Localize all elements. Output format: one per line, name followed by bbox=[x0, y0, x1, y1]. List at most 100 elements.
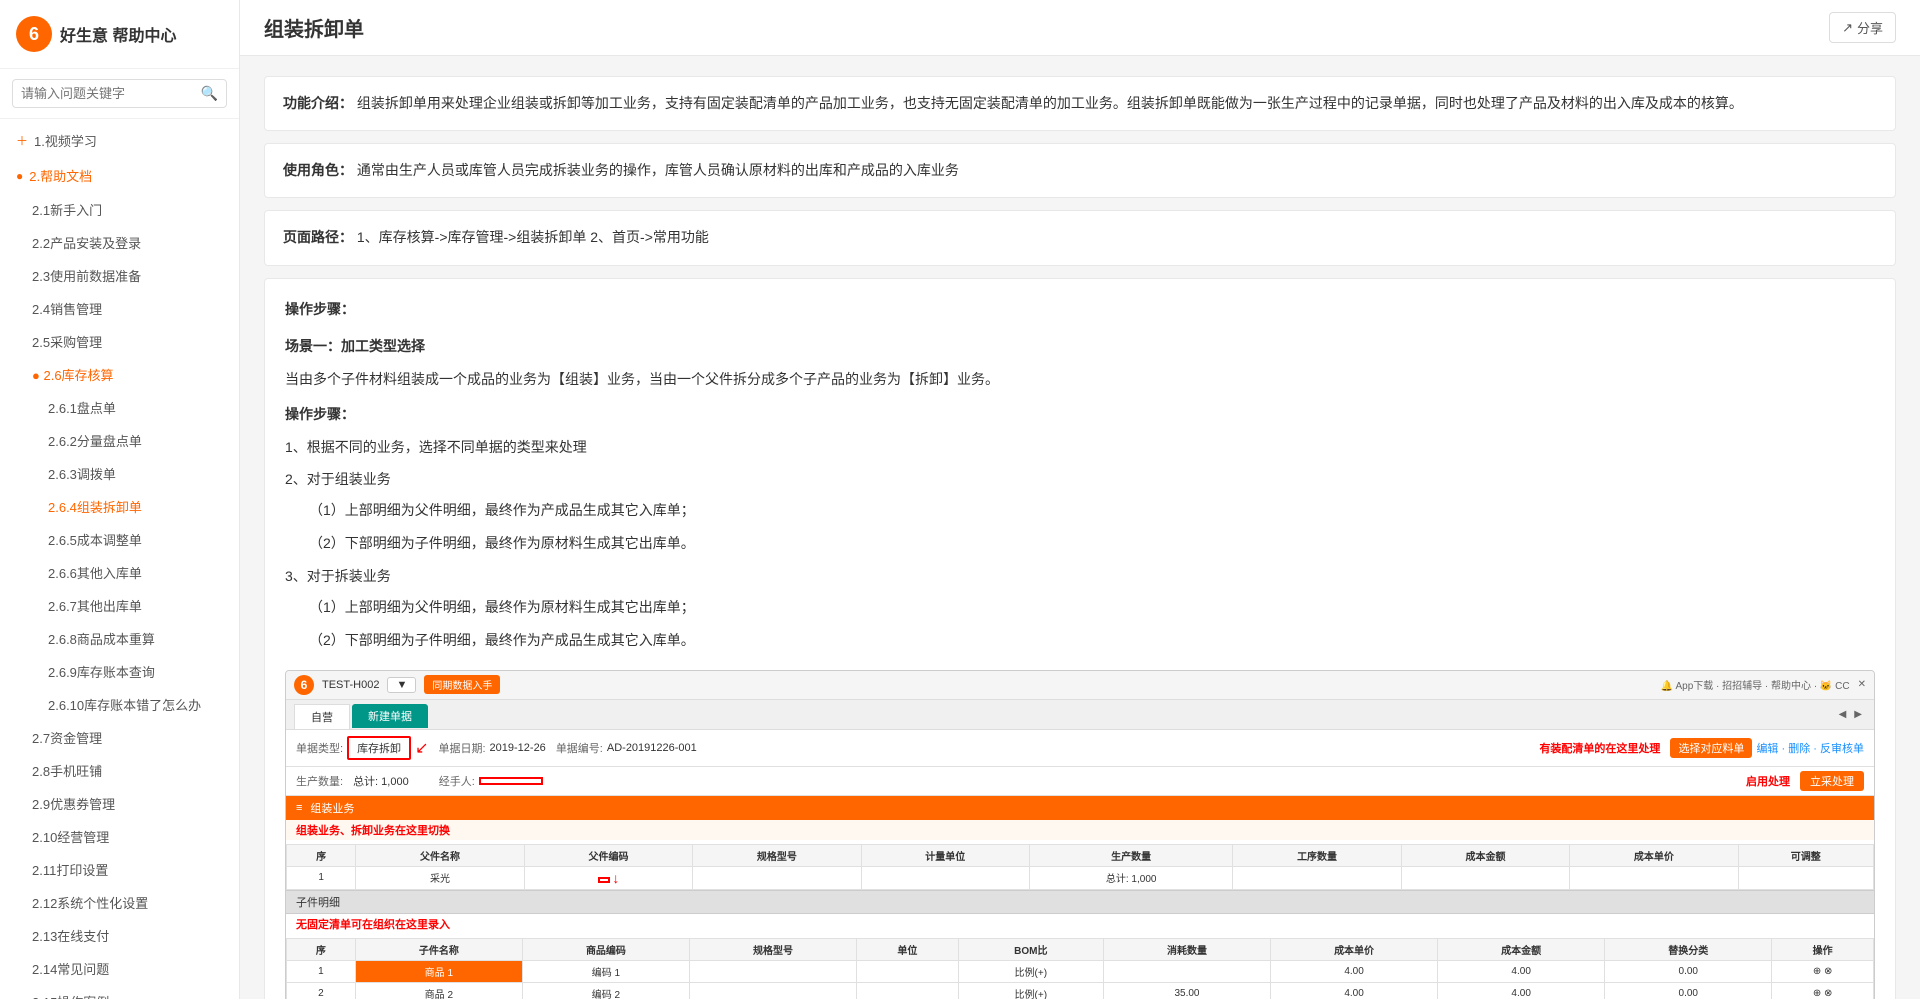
sidebar-item-2-6-10[interactable]: 2.6.10库存账本错了怎么办 bbox=[0, 688, 239, 721]
doc-type-label: 单据类型: bbox=[296, 740, 343, 756]
sidebar-item-2-6-1[interactable]: 2.6.1盘点单 bbox=[0, 391, 239, 424]
sidebar-item-2-11-label: 2.11打印设置 bbox=[32, 863, 108, 878]
person-value[interactable] bbox=[479, 777, 543, 785]
role-block: 使用角色： 通常由生产人员或库管人员完成拆装业务的操作，库管人员确认原材料的出库… bbox=[264, 143, 1896, 198]
sidebar-item-2-1[interactable]: 2.1新手入门 bbox=[0, 193, 239, 226]
main-area: 组装拆卸单 ↗ 分享 功能介绍： 组装拆卸单用来处理企业组装或拆卸等加工业务，支… bbox=[240, 0, 1920, 999]
sidebar-item-2-6-6[interactable]: 2.6.6其他入库单 bbox=[0, 556, 239, 589]
step3-sub1: （1）上部明细为父件明细，最终作为原材料生成其它出库单； bbox=[309, 595, 1875, 620]
sidebar-item-2-6-8[interactable]: 2.6.8商品成本重算 bbox=[0, 622, 239, 655]
sidebar-item-2-6[interactable]: ● 2.6库存核算 bbox=[0, 358, 239, 391]
path-text: 1、库存核算->库存管理->组装拆卸单 2、首页->常用功能 bbox=[357, 229, 709, 245]
intro-text: 组装拆卸单用来处理企业组装或拆卸等加工业务，支持有固定装配清单的产品加工业务，也… bbox=[357, 95, 1743, 111]
sidebar-item-2-9[interactable]: 2.9优惠券管理 bbox=[0, 787, 239, 820]
step1: 1、根据不同的业务，选择不同单据的类型来处理 bbox=[285, 435, 1875, 460]
col-cost-price: 成本单价 bbox=[1570, 844, 1738, 866]
sidebar-item-2-13[interactable]: 2.13在线支付 bbox=[0, 919, 239, 952]
app-logo: 6 bbox=[294, 675, 314, 695]
app-tab-2[interactable]: 新建单据 bbox=[352, 704, 428, 728]
app-tab-1[interactable]: 自营 bbox=[294, 704, 350, 729]
table-row: 1 采光 ↓ 总计: 1,000 bbox=[287, 866, 1874, 889]
upper-table-container: 序 父件名称 父件编码 规格型号 计量单位 生产数量 工序数量 成本金额 成本单… bbox=[286, 840, 1874, 890]
sidebar-item-2-6-5[interactable]: 2.6.5成本调整单 bbox=[0, 523, 239, 556]
lower-table-container: 序 子件名称 商品编码 规格型号 单位 BOM比 消耗数量 成本单价 成本金额 bbox=[286, 934, 1874, 999]
select-plan-btn[interactable]: 选择对应料单 bbox=[1670, 738, 1752, 758]
doc-date-label: 单据日期: bbox=[438, 740, 485, 756]
sidebar-item-2-6-2-label: 2.6.2分量盘点单 bbox=[48, 434, 142, 449]
doc-no-value: AD-20191226-001 bbox=[607, 742, 697, 754]
search-icon: 🔍 bbox=[201, 85, 218, 102]
sidebar-item-2-4-label: 2.4销售管理 bbox=[32, 302, 102, 317]
sidebar-item-2-3[interactable]: 2.3使用前数据准备 bbox=[0, 259, 239, 292]
sidebar-item-2-4[interactable]: 2.4销售管理 bbox=[0, 292, 239, 325]
sidebar-item-2-14[interactable]: 2.14常见问题 bbox=[0, 952, 239, 985]
code-field[interactable] bbox=[598, 877, 610, 883]
app-dropdown[interactable]: ▼ bbox=[387, 677, 416, 693]
annotation-3: 启用处理 bbox=[1746, 773, 1790, 789]
item1-name: 商品 1 bbox=[355, 960, 522, 982]
sidebar-item-2-10[interactable]: 2.10经营管理 bbox=[0, 820, 239, 853]
sidebar-item-2-8[interactable]: 2.8手机旺铺 bbox=[0, 754, 239, 787]
sidebar-item-2-6-7-label: 2.6.7其他出库单 bbox=[48, 599, 142, 614]
intro-block: 功能介绍： 组装拆卸单用来处理企业组装或拆卸等加工业务，支持有固定装配清单的产品… bbox=[264, 76, 1896, 131]
sidebar-item-2-6-7[interactable]: 2.6.7其他出库单 bbox=[0, 589, 239, 622]
sidebar-item-2-6-3-label: 2.6.3调拨单 bbox=[48, 467, 116, 482]
edit-link[interactable]: 编辑 · 删除 · 反审核单 bbox=[1756, 740, 1864, 756]
app-screenshot: 6 TEST-H002 ▼ 同期数据入手 🔔 App下载 · 招招辅导 · 帮助… bbox=[285, 670, 1875, 999]
col-parent-name: 父件名称 bbox=[356, 844, 524, 866]
doc-type-value[interactable]: 库存拆卸 bbox=[347, 736, 411, 760]
sidebar-item-2-14-label: 2.14常见问题 bbox=[32, 962, 109, 977]
role-label: 使用角色： bbox=[283, 162, 353, 178]
sidebar-item-2-15[interactable]: 2.15操作案例 bbox=[0, 985, 239, 999]
sidebar-item-2-7-label: 2.7资金管理 bbox=[32, 731, 102, 746]
col-prod-qty: 生产数量 bbox=[1029, 844, 1232, 866]
person-label: 经手人: bbox=[439, 773, 475, 789]
sidebar-item-1[interactable]: ＋ 1.视频学习 bbox=[0, 123, 239, 158]
sidebar-item-2-2[interactable]: 2.2产品安装及登录 bbox=[0, 226, 239, 259]
sidebar-item-2-8-label: 2.8手机旺铺 bbox=[32, 764, 102, 779]
sidebar-item-1-label: 1.视频学习 bbox=[34, 131, 97, 150]
nav-section: ＋ 1.视频学习 ● 2.帮助文档 2.1新手入门 2.2产品安装及登录 2.3… bbox=[0, 119, 239, 999]
share-icon: ↗ bbox=[1842, 20, 1853, 36]
sidebar-item-2-6-5-label: 2.6.5成本调整单 bbox=[48, 533, 142, 548]
sidebar-item-2-6-label: 2.6库存核算 bbox=[43, 368, 113, 383]
sidebar-item-2-6-2[interactable]: 2.6.2分量盘点单 bbox=[0, 424, 239, 457]
app-close-icon[interactable]: ✕ bbox=[1858, 679, 1866, 690]
annotation-1: 有装配清单的在这里处理 bbox=[1539, 740, 1660, 756]
sidebar-item-2-2-label: 2.2产品安装及登录 bbox=[32, 236, 141, 251]
arrow-down-annotation: ↙ bbox=[415, 738, 428, 758]
table-row: 2 商品 2 编码 2 比例(+) 35.00 4.00 4.00 0. bbox=[287, 982, 1874, 999]
top-header: 组装拆卸单 ↗ 分享 bbox=[240, 0, 1920, 56]
steps-list: 1、根据不同的业务，选择不同单据的类型来处理 2、对于组装业务 （1）上部明细为… bbox=[285, 435, 1875, 653]
sidebar-item-2-6-9[interactable]: 2.6.9库存账本查询 bbox=[0, 655, 239, 688]
sidebar-item-2-10-label: 2.10经营管理 bbox=[32, 830, 109, 845]
sidebar-item-2-7[interactable]: 2.7资金管理 bbox=[0, 721, 239, 754]
scenario1-title: 场景一：加工类型选择 bbox=[285, 334, 1875, 359]
table-section-icon: ≡ bbox=[296, 802, 302, 814]
steps-area: 操作步骤： 场景一：加工类型选择 当由多个子件材料组装成一个成品的业务为【组装】… bbox=[264, 278, 1896, 999]
sidebar-item-2-11[interactable]: 2.11打印设置 bbox=[0, 853, 239, 886]
sidebar-item-2-6-4[interactable]: 2.6.4组装拆卸单 bbox=[0, 490, 239, 523]
app-left-nav[interactable]: ◀ bbox=[1835, 705, 1851, 724]
content-area: 功能介绍： 组装拆卸单用来处理企业组装或拆卸等加工业务，支持有固定装配清单的产品… bbox=[240, 56, 1920, 999]
search-input[interactable] bbox=[21, 86, 201, 101]
step2: 2、对于组装业务 bbox=[285, 467, 1875, 492]
sidebar-item-2[interactable]: ● 2.帮助文档 bbox=[0, 158, 239, 193]
logo-icon: 6 bbox=[16, 16, 52, 52]
logo-area: 6 好生意 帮助中心 bbox=[0, 0, 239, 69]
process-btn[interactable]: 立采处理 bbox=[1800, 771, 1864, 791]
search-box[interactable]: 🔍 bbox=[12, 79, 227, 108]
share-button[interactable]: ↗ 分享 bbox=[1829, 12, 1896, 43]
arrow-annotation: ↓ bbox=[612, 870, 619, 886]
path-block: 页面路径： 1、库存核算->库存管理->组装拆卸单 2、首页->常用功能 bbox=[264, 210, 1896, 265]
app-right-nav[interactable]: ▶ bbox=[1850, 705, 1866, 724]
col-adjust: 可调整 bbox=[1738, 844, 1873, 866]
step2-sub2: （2）下部明细为子件明细，最终作为原材料生成其它出库单。 bbox=[309, 531, 1875, 556]
app-header-right: 🔔 App下载 · 招招辅导 · 帮助中心 · 🐱 CC bbox=[1661, 677, 1850, 692]
app-btn-primary[interactable]: 同期数据入手 bbox=[424, 675, 500, 694]
plus-icon: ＋ bbox=[16, 132, 28, 149]
sidebar-item-2-6-3[interactable]: 2.6.3调拨单 bbox=[0, 457, 239, 490]
sidebar-item-2-6-6-label: 2.6.6其他入库单 bbox=[48, 566, 142, 581]
sidebar-item-2-5[interactable]: 2.5采购管理 bbox=[0, 325, 239, 358]
sidebar-item-2-12[interactable]: 2.12系统个性化设置 bbox=[0, 886, 239, 919]
